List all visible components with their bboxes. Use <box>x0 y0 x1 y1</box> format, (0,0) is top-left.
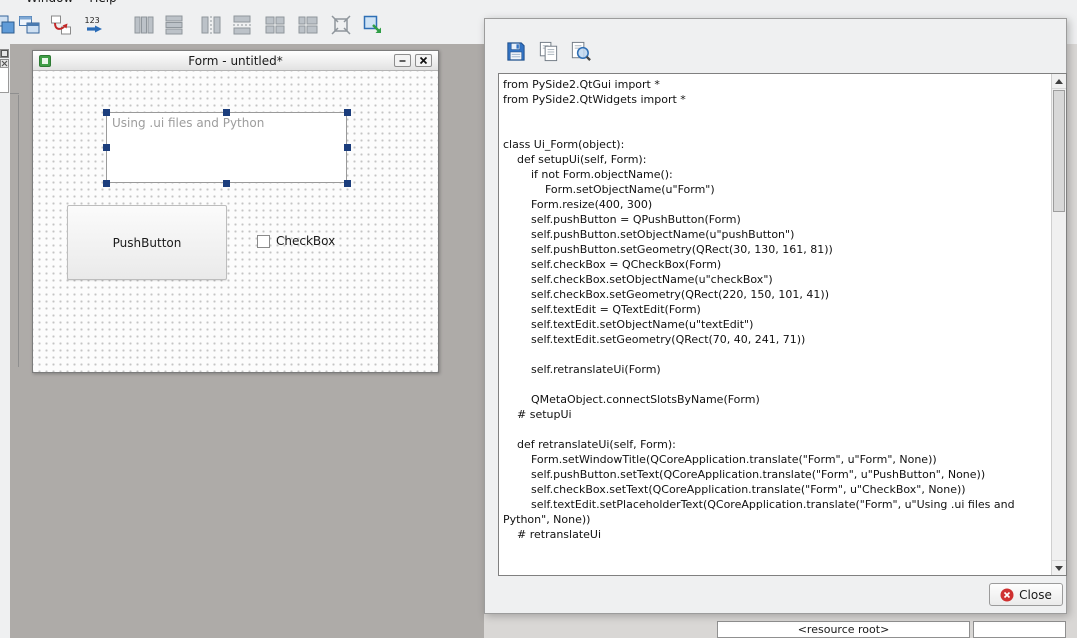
pushbutton-widget[interactable]: PushButton <box>67 205 227 280</box>
minimize-icon <box>398 56 407 65</box>
scroll-up-icon <box>1055 79 1063 84</box>
h-splitter-glyph <box>200 14 222 36</box>
float-glyph <box>1 50 8 57</box>
close-button-label: Close <box>1019 588 1052 602</box>
break-layout-icon[interactable] <box>329 13 353 37</box>
adjust-size-icon[interactable] <box>361 13 385 37</box>
resource-root-item[interactable]: <resource root> <box>717 621 970 638</box>
window-close-icon <box>419 56 428 65</box>
edit-signals-glyph <box>18 14 40 36</box>
checkbox-widget[interactable]: CheckBox <box>257 234 335 248</box>
code-preview-dialog: from PySide2.QtGui import * from PySide2… <box>484 18 1067 614</box>
copy-glyph <box>537 40 560 63</box>
checkbox-indicator[interactable] <box>257 235 270 248</box>
selection-handle[interactable] <box>103 180 110 187</box>
code-scrollbar[interactable] <box>1051 74 1066 575</box>
checkbox-label: CheckBox <box>276 234 335 248</box>
layout-vertical-glyph <box>163 14 185 36</box>
close-glyph <box>1 60 8 67</box>
selection-handle[interactable] <box>344 180 351 187</box>
selection-handle[interactable] <box>223 109 230 116</box>
resource-preview-panel[interactable] <box>973 621 1066 638</box>
edit-widgets-icon[interactable] <box>0 13 17 37</box>
svg-text:123: 123 <box>85 16 100 25</box>
tab-order-glyph: 123 <box>82 14 104 36</box>
bottom-dock: <resource root> <box>484 614 1077 638</box>
menu-window[interactable]: Window <box>26 0 73 5</box>
right-edge-strip <box>1067 44 1077 638</box>
menubar: Window Help <box>26 0 117 5</box>
edit-signals-slots-icon[interactable] <box>17 13 41 37</box>
selection-handle[interactable] <box>344 109 351 116</box>
form-title: Form - untitled* <box>33 54 438 68</box>
code-text: from PySide2.QtGui import * from PySide2… <box>499 74 1051 575</box>
scroll-down-icon <box>1055 566 1063 571</box>
layout-horizontal-icon[interactable] <box>132 13 156 37</box>
layout-grid-icon[interactable] <box>263 13 287 37</box>
menu-help[interactable]: Help <box>89 0 116 5</box>
scroll-up-button[interactable] <box>1052 74 1066 89</box>
selection-handle[interactable] <box>223 180 230 187</box>
edit-tab-order-icon[interactable]: 123 <box>81 13 105 37</box>
layout-form-icon[interactable] <box>296 13 320 37</box>
layout-vertical-splitter-icon[interactable] <box>230 13 254 37</box>
layout-horizontal-glyph <box>133 14 155 36</box>
widget-box-dock-edge <box>0 44 10 638</box>
print-preview-glyph <box>569 40 592 63</box>
v-splitter-glyph <box>231 14 253 36</box>
dock-float-icon[interactable] <box>0 49 9 58</box>
dialog-close-button[interactable]: Close <box>989 583 1063 606</box>
selection-handle[interactable] <box>103 144 110 151</box>
textedit-widget[interactable] <box>106 112 347 183</box>
minimize-button[interactable] <box>394 54 411 67</box>
dock-divider-line <box>18 95 19 367</box>
save-icon[interactable] <box>503 39 527 63</box>
scroll-thumb[interactable] <box>1053 90 1065 212</box>
qt-designer-screen: Window Help 123 <box>0 0 1077 638</box>
window-close-button[interactable] <box>415 54 432 67</box>
selection-handle[interactable] <box>344 144 351 151</box>
form-designer-window: Form - untitled* PushButton CheckBox <box>32 50 439 373</box>
edit-buddies-glyph <box>50 14 72 36</box>
print-preview-icon[interactable] <box>568 39 592 63</box>
form-layout-glyph <box>297 14 319 36</box>
selection-handle[interactable] <box>103 109 110 116</box>
dock-divider-tick <box>10 93 19 94</box>
adjust-size-glyph <box>362 14 384 36</box>
code-view[interactable]: from PySide2.QtGui import * from PySide2… <box>498 73 1067 576</box>
layout-vertical-icon[interactable] <box>162 13 186 37</box>
form-titlebar[interactable]: Form - untitled* <box>33 51 438 71</box>
save-glyph <box>504 40 527 63</box>
grid-layout-glyph <box>264 14 286 36</box>
break-layout-glyph <box>330 14 352 36</box>
copy-icon[interactable] <box>536 39 560 63</box>
form-canvas[interactable]: PushButton CheckBox <box>33 71 438 372</box>
widget-filter-input[interactable] <box>0 67 9 93</box>
layout-horizontal-splitter-icon[interactable] <box>199 13 223 37</box>
close-x-icon <box>1000 588 1014 602</box>
scroll-down-button[interactable] <box>1052 560 1066 575</box>
edit-buddies-icon[interactable] <box>49 13 73 37</box>
edit-widgets-glyph <box>0 14 16 36</box>
